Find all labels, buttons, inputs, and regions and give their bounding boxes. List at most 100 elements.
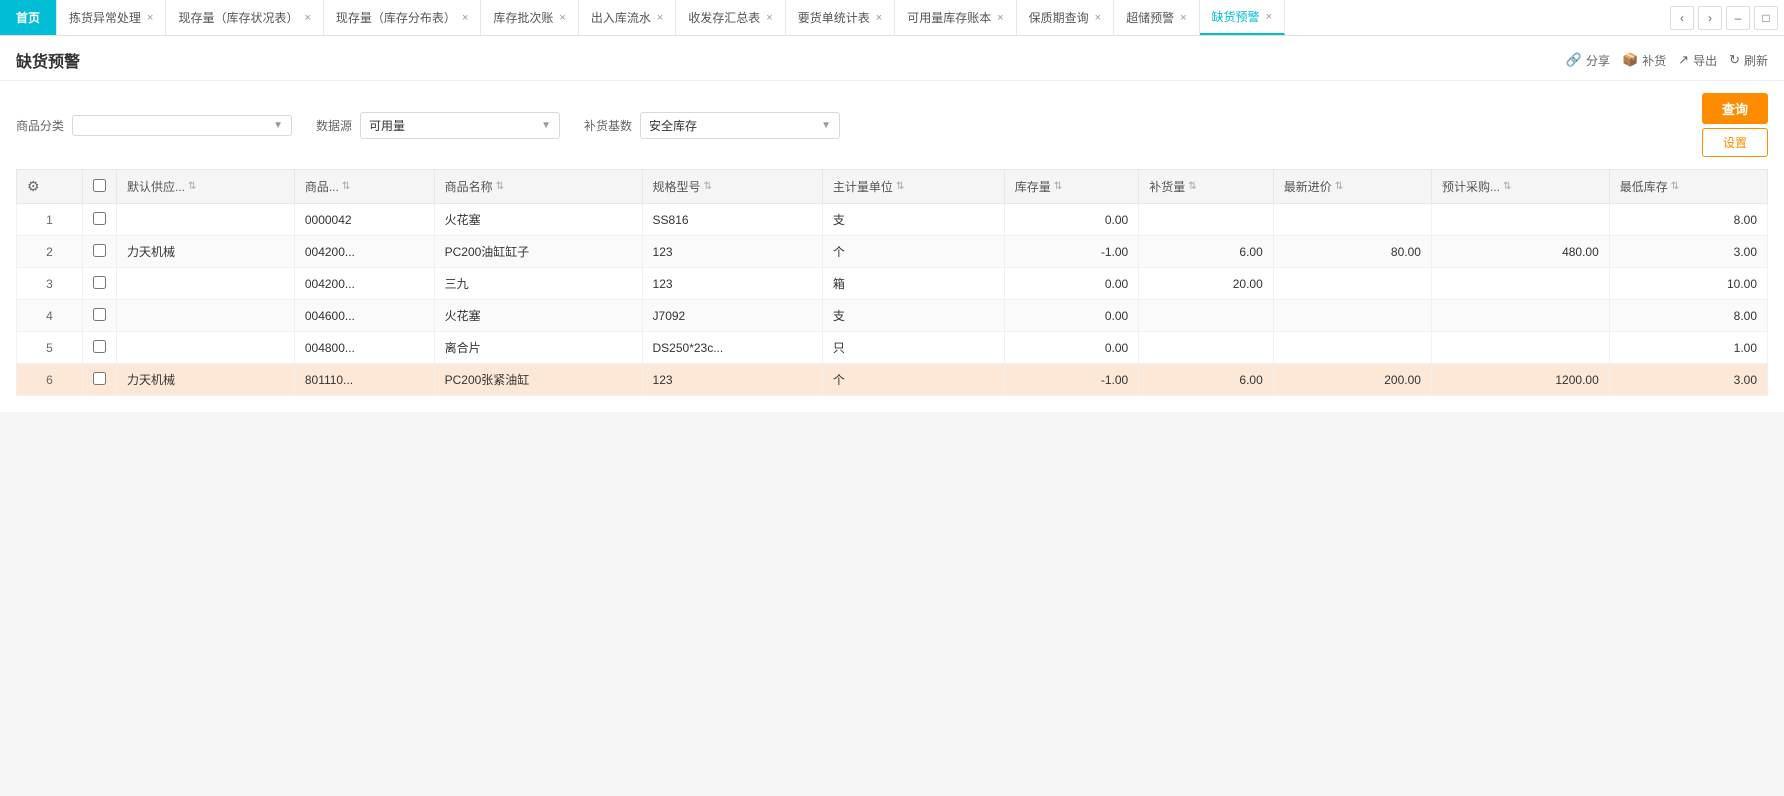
category-filter-select[interactable]: ▼ (72, 115, 292, 136)
tab-receive-summary[interactable]: 收发存汇总表 × (676, 0, 785, 35)
replenish-button[interactable]: 📦 补货 (1622, 52, 1666, 69)
row-unit-6: 个 (822, 364, 1004, 396)
col-min-stock: 最低库存 ⇅ (1609, 170, 1767, 204)
row-checkbox-2[interactable] (83, 236, 117, 268)
col-product-code: 商品... ⇅ (294, 170, 434, 204)
row-est-purchase-5 (1431, 332, 1609, 364)
row-latest-price-2: 80.00 (1273, 236, 1431, 268)
datasource-filter-value: 可用量 (369, 117, 405, 134)
tab-shortage-close[interactable]: × (1266, 11, 1272, 23)
tab-inventory-dist[interactable]: 现存量（库存分布表） × (324, 0, 481, 35)
row-unit-4: 支 (822, 300, 1004, 332)
col-product-name: 商品名称 ⇅ (434, 170, 642, 204)
row-product-name-4: 火花塞 (434, 300, 642, 332)
row-checkbox-3[interactable] (83, 268, 117, 300)
tab-expiry-query-label: 保质期查询 (1029, 9, 1089, 26)
row-min-stock-2: 3.00 (1609, 236, 1767, 268)
row-min-stock-6: 3.00 (1609, 364, 1767, 396)
col-replenish-qty: 补货量 ⇅ (1139, 170, 1274, 204)
row-num-3: 3 (17, 268, 83, 300)
tab-available-ledger-close[interactable]: × (997, 12, 1003, 24)
row-num-1: 1 (17, 204, 83, 236)
row-product-code-5: 004800... (294, 332, 434, 364)
datasource-filter-group: 数据源 可用量 ▼ (316, 112, 560, 139)
tab-inventory-status-close[interactable]: × (304, 12, 310, 24)
tab-receive-summary-close[interactable]: × (766, 12, 772, 24)
row-est-purchase-4 (1431, 300, 1609, 332)
row-est-purchase-6: 1200.00 (1431, 364, 1609, 396)
col-unit-label: 主计量单位 (833, 178, 893, 195)
category-filter-group: 商品分类 ▼ (16, 115, 292, 136)
row-replenish-qty-5 (1139, 332, 1274, 364)
col-gear: ⚙ (17, 170, 83, 204)
tab-shortage[interactable]: 缺货预警 × (1200, 0, 1285, 35)
tab-abnormal-close[interactable]: × (147, 12, 153, 24)
row-est-purchase-1 (1431, 204, 1609, 236)
col-default-supplier-sort-icon: ⇅ (188, 181, 196, 192)
col-unit: 主计量单位 ⇅ (822, 170, 1004, 204)
tab-next-button[interactable]: › (1698, 6, 1722, 30)
row-spec-1: SS816 (642, 204, 822, 236)
tab-bar: 首页 拣货异常处理 × 现存量（库存状况表） × 现存量（库存分布表） × 库存… (0, 0, 1784, 36)
page-title: 缺货预警 (16, 48, 80, 72)
row-est-purchase-3 (1431, 268, 1609, 300)
col-replenish-qty-label: 补货量 (1149, 178, 1185, 195)
row-min-stock-5: 1.00 (1609, 332, 1767, 364)
row-stock-qty-1: 0.00 (1004, 204, 1139, 236)
tab-expiry-query[interactable]: 保质期查询 × (1017, 0, 1114, 35)
tab-batch-account-label: 库存批次账 (493, 9, 553, 26)
tab-overstock-close[interactable]: × (1180, 12, 1186, 24)
row-latest-price-5 (1273, 332, 1431, 364)
tab-home[interactable]: 首页 (0, 0, 57, 35)
row-product-code-1: 0000042 (294, 204, 434, 236)
settings-button[interactable]: 设置 (1702, 128, 1768, 157)
column-settings-icon[interactable]: ⚙ (27, 178, 40, 194)
col-replenish-qty-sort-icon: ⇅ (1188, 181, 1196, 192)
col-product-name-sort-icon: ⇅ (496, 181, 504, 192)
datasource-filter-select[interactable]: 可用量 ▼ (360, 112, 560, 139)
row-checkbox-6[interactable] (83, 364, 117, 396)
export-button[interactable]: ↗ 导出 (1678, 52, 1717, 69)
replenish-basis-filter-group: 补货基数 安全库存 ▼ (584, 112, 840, 139)
tab-inout-flow-close[interactable]: × (657, 12, 663, 24)
tab-expiry-query-close[interactable]: × (1095, 12, 1101, 24)
tab-requisition-stat-close[interactable]: × (876, 12, 882, 24)
row-checkbox-5[interactable] (83, 332, 117, 364)
tab-batch-account[interactable]: 库存批次账 × (481, 0, 578, 35)
replenish-icon: 📦 (1622, 52, 1638, 68)
tab-prev-button[interactable]: ‹ (1670, 6, 1694, 30)
query-button[interactable]: 查询 (1702, 93, 1768, 124)
col-spec-label: 规格型号 (653, 178, 701, 195)
row-product-name-1: 火花塞 (434, 204, 642, 236)
tab-overstock[interactable]: 超储预警 × (1114, 0, 1199, 35)
tab-batch-account-close[interactable]: × (559, 12, 565, 24)
share-button[interactable]: 🔗 分享 (1566, 52, 1610, 69)
tab-inventory-dist-close[interactable]: × (462, 12, 468, 24)
tab-available-ledger[interactable]: 可用量库存账本 × (895, 0, 1016, 35)
row-checkbox-4[interactable] (83, 300, 117, 332)
row-stock-qty-3: 0.00 (1004, 268, 1139, 300)
tab-abnormal[interactable]: 拣货异常处理 × (57, 0, 166, 35)
table-row: 5 004800... 离合片 DS250*23c... 只 0.00 1.00 (17, 332, 1768, 364)
row-replenish-qty-3: 20.00 (1139, 268, 1274, 300)
replenish-basis-label: 补货基数 (584, 117, 632, 134)
row-supplier-2: 力天机械 (117, 236, 295, 268)
row-num-5: 5 (17, 332, 83, 364)
refresh-button[interactable]: ↻ 刷新 (1729, 52, 1768, 69)
row-min-stock-3: 10.00 (1609, 268, 1767, 300)
tab-inventory-status[interactable]: 现存量（库存状况表） × (166, 0, 323, 35)
col-product-code-sort-icon: ⇅ (342, 181, 350, 192)
row-checkbox-1[interactable] (83, 204, 117, 236)
tab-requisition-stat[interactable]: 要货单统计表 × (786, 0, 895, 35)
row-product-name-3: 三九 (434, 268, 642, 300)
row-replenish-qty-6: 6.00 (1139, 364, 1274, 396)
replenish-basis-select[interactable]: 安全库存 ▼ (640, 112, 840, 139)
table-body: 1 0000042 火花塞 SS816 支 0.00 8.00 2 力天机械 0… (17, 204, 1768, 396)
row-replenish-qty-1 (1139, 204, 1274, 236)
row-product-code-3: 004200... (294, 268, 434, 300)
tab-maximize-button[interactable]: □ (1754, 6, 1778, 30)
tab-minimize-button[interactable]: ‒ (1726, 6, 1750, 30)
tab-inout-flow[interactable]: 出入库流水 × (579, 0, 676, 35)
row-product-code-2: 004200... (294, 236, 434, 268)
select-all-checkbox[interactable] (93, 179, 106, 192)
